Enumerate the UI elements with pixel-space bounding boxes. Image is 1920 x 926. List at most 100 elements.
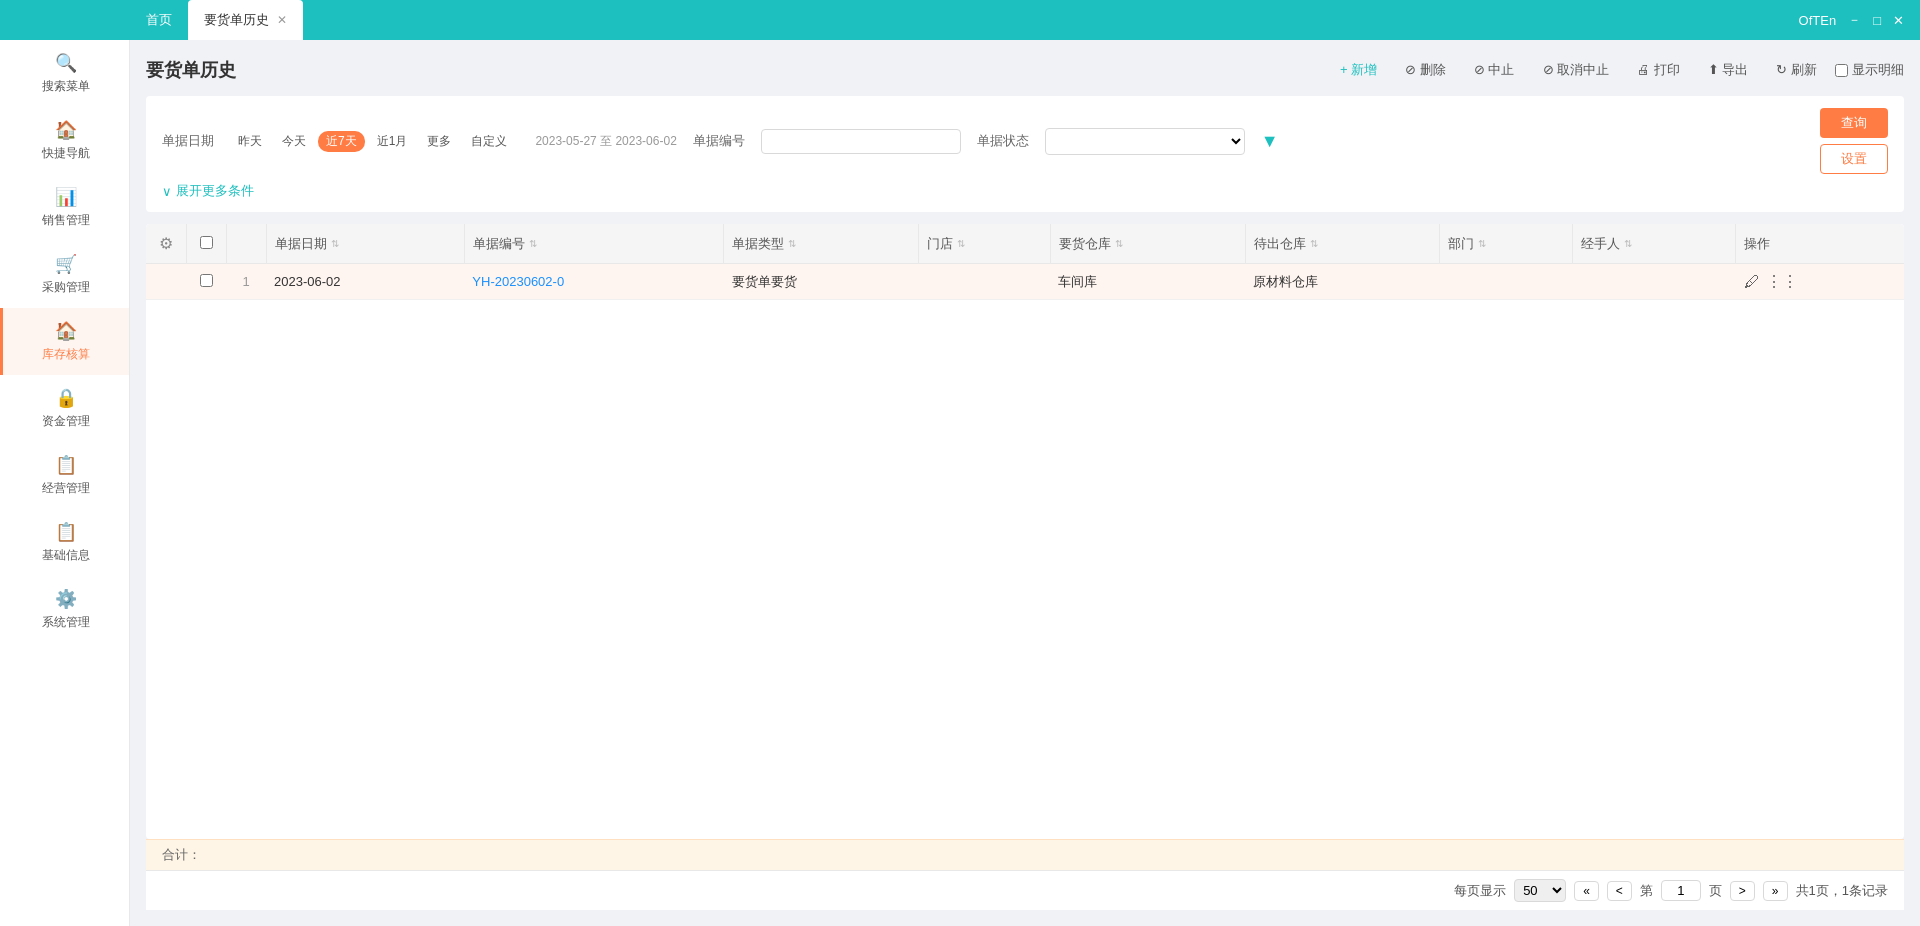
th-pending-warehouse-label: 待出仓库 bbox=[1254, 235, 1306, 253]
th-dept-label: 部门 bbox=[1448, 235, 1474, 253]
th-num bbox=[226, 224, 266, 264]
th-pending-warehouse[interactable]: 待出仓库 ⇅ bbox=[1245, 224, 1440, 264]
th-dept[interactable]: 部门 ⇅ bbox=[1440, 224, 1572, 264]
page-number-input[interactable] bbox=[1661, 880, 1701, 901]
sidebar-item-inventory[interactable]: 🏠 库存核算 bbox=[0, 308, 129, 375]
main-layout: 🔍 搜索菜单 🏠 快捷导航 📊 销售管理 🛒 采购管理 🏠 库存核算 🔒 资金管… bbox=[0, 40, 1920, 926]
inventory-icon: 🏠 bbox=[55, 320, 77, 342]
sales-icon: 📊 bbox=[55, 186, 77, 208]
per-page-select[interactable]: 50 10 20 100 bbox=[1514, 879, 1566, 902]
sidebar-item-quick-nav[interactable]: 🏠 快捷导航 bbox=[0, 107, 129, 174]
last-page-button[interactable]: » bbox=[1763, 881, 1788, 901]
th-order-no[interactable]: 单据编号 ⇅ bbox=[464, 224, 723, 264]
search-menu-icon: 🔍 bbox=[55, 52, 77, 74]
row-settings-col bbox=[146, 264, 186, 300]
sidebar-item-search-menu[interactable]: 🔍 搜索菜单 bbox=[0, 40, 129, 107]
th-order-type[interactable]: 单据类型 ⇅ bbox=[724, 224, 919, 264]
date-filter-label: 单据日期 bbox=[162, 132, 214, 150]
finance-icon: 🔒 bbox=[55, 387, 77, 409]
date-btn-more[interactable]: 更多 bbox=[419, 131, 459, 152]
th-check bbox=[186, 224, 226, 264]
date-btn-yesterday[interactable]: 昨天 bbox=[230, 131, 270, 152]
status-select[interactable] bbox=[1045, 128, 1245, 155]
sidebar-item-ops-label: 经营管理 bbox=[42, 480, 90, 497]
minimize-icon[interactable]: － bbox=[1848, 11, 1861, 29]
page-label: 第 bbox=[1640, 882, 1653, 900]
th-handler[interactable]: 经手人 ⇅ bbox=[1572, 224, 1735, 264]
th-store[interactable]: 门店 ⇅ bbox=[918, 224, 1050, 264]
tab-order-history[interactable]: 要货单历史 ✕ bbox=[188, 0, 303, 40]
expand-filter-button[interactable]: ∨ 展开更多条件 bbox=[162, 182, 1888, 200]
sidebar-item-sales-label: 销售管理 bbox=[42, 212, 90, 229]
display-detail-toggle[interactable]: 显示明细 bbox=[1835, 61, 1904, 79]
sidebar-item-inventory-label: 库存核算 bbox=[42, 346, 90, 363]
refresh-button[interactable]: ↻ 刷新 bbox=[1766, 56, 1827, 84]
order-no-input[interactable] bbox=[761, 129, 961, 154]
query-button[interactable]: 查询 bbox=[1820, 108, 1888, 138]
export-button[interactable]: ⬆ 导出 bbox=[1698, 56, 1759, 84]
sidebar-item-purchase[interactable]: 🛒 采购管理 bbox=[0, 241, 129, 308]
sys-icon: ⚙️ bbox=[55, 588, 77, 610]
th-date[interactable]: 单据日期 ⇅ bbox=[266, 224, 464, 264]
row-order-no-link[interactable]: YH-20230602-0 bbox=[472, 274, 564, 289]
row-handler bbox=[1572, 264, 1735, 300]
sidebar-item-ops[interactable]: 📋 经营管理 bbox=[0, 442, 129, 509]
status-label: 单据状态 bbox=[977, 132, 1029, 150]
sidebar-item-sales[interactable]: 📊 销售管理 bbox=[0, 174, 129, 241]
th-req-warehouse[interactable]: 要货仓库 ⇅ bbox=[1050, 224, 1245, 264]
date-btn-custom[interactable]: 自定义 bbox=[463, 131, 515, 152]
sidebar-item-finance[interactable]: 🔒 资金管理 bbox=[0, 375, 129, 442]
purchase-icon: 🛒 bbox=[55, 253, 77, 275]
row-checkbox[interactable] bbox=[200, 274, 213, 287]
sidebar-item-sys[interactable]: ⚙️ 系统管理 bbox=[0, 576, 129, 643]
first-page-button[interactable]: « bbox=[1574, 881, 1599, 901]
th-handler-label: 经手人 bbox=[1581, 235, 1620, 253]
th-order-no-sort-icon: ⇅ bbox=[529, 238, 537, 249]
sidebar-item-base-info[interactable]: 📋 基础信息 bbox=[0, 509, 129, 576]
th-actions: 操作 bbox=[1736, 224, 1904, 264]
table-header-row: ⚙ 单据日期 ⇅ bbox=[146, 224, 1904, 264]
row-check-col bbox=[186, 264, 226, 300]
prev-page-button[interactable]: < bbox=[1607, 881, 1632, 901]
th-date-label: 单据日期 bbox=[275, 235, 327, 253]
cancel-stop-button[interactable]: ⊘ 取消中止 bbox=[1533, 56, 1620, 84]
close-icon[interactable]: ✕ bbox=[1893, 13, 1904, 28]
settings-gear-icon[interactable]: ⚙ bbox=[159, 235, 173, 252]
stop-button[interactable]: ⊘ 中止 bbox=[1464, 56, 1525, 84]
delete-button[interactable]: ⊘ 删除 bbox=[1395, 56, 1456, 84]
often-text[interactable]: OfTEn bbox=[1799, 13, 1837, 28]
expand-label: 展开更多条件 bbox=[176, 182, 254, 200]
sidebar-item-finance-label: 资金管理 bbox=[42, 413, 90, 430]
date-btn-1month[interactable]: 近1月 bbox=[369, 131, 416, 152]
tab-close-icon[interactable]: ✕ bbox=[277, 13, 287, 27]
date-btn-today[interactable]: 今天 bbox=[274, 131, 314, 152]
row-actions: 🖊 ⋮⋮ bbox=[1736, 264, 1904, 300]
total-label: 合计： bbox=[162, 846, 201, 864]
date-btn-7days[interactable]: 近7天 bbox=[318, 131, 365, 152]
table-row: 1 2023-06-02 YH-20230602-0 要货单要货 车间库 原材料… bbox=[146, 264, 1904, 300]
top-bar: 首页 要货单历史 ✕ OfTEn － □ ✕ bbox=[0, 0, 1920, 40]
sidebar-item-search-menu-label: 搜索菜单 bbox=[42, 78, 90, 95]
next-page-button[interactable]: > bbox=[1730, 881, 1755, 901]
setting-button[interactable]: 设置 bbox=[1820, 144, 1888, 174]
print-button[interactable]: 🖨 打印 bbox=[1627, 56, 1690, 84]
select-all-checkbox[interactable] bbox=[200, 236, 213, 249]
sidebar-item-quick-nav-label: 快捷导航 bbox=[42, 145, 90, 162]
maximize-icon[interactable]: □ bbox=[1873, 13, 1881, 28]
th-order-no-label: 单据编号 bbox=[473, 235, 525, 253]
th-order-type-sort-icon: ⇅ bbox=[788, 238, 796, 249]
row-more-icon[interactable]: ⋮⋮ bbox=[1766, 272, 1798, 291]
row-req-warehouse: 车间库 bbox=[1050, 264, 1245, 300]
toolbar: + 新增 ⊘ 删除 ⊘ 中止 ⊘ 取消中止 🖨 打印 ⬆ 导出 ↻ 刷新 显示明… bbox=[1330, 56, 1904, 84]
sidebar-item-purchase-label: 采购管理 bbox=[42, 279, 90, 296]
status-dropdown-icon[interactable]: ▼ bbox=[1261, 131, 1279, 152]
th-req-warehouse-label: 要货仓库 bbox=[1059, 235, 1111, 253]
row-date: 2023-06-02 bbox=[266, 264, 464, 300]
th-dept-sort-icon: ⇅ bbox=[1478, 238, 1486, 249]
per-page-label: 每页显示 bbox=[1454, 882, 1506, 900]
tab-home[interactable]: 首页 bbox=[130, 0, 188, 40]
new-button[interactable]: + 新增 bbox=[1330, 56, 1387, 84]
th-settings: ⚙ bbox=[146, 224, 186, 264]
display-detail-checkbox[interactable] bbox=[1835, 64, 1848, 77]
row-edit-icon[interactable]: 🖊 bbox=[1744, 273, 1760, 291]
